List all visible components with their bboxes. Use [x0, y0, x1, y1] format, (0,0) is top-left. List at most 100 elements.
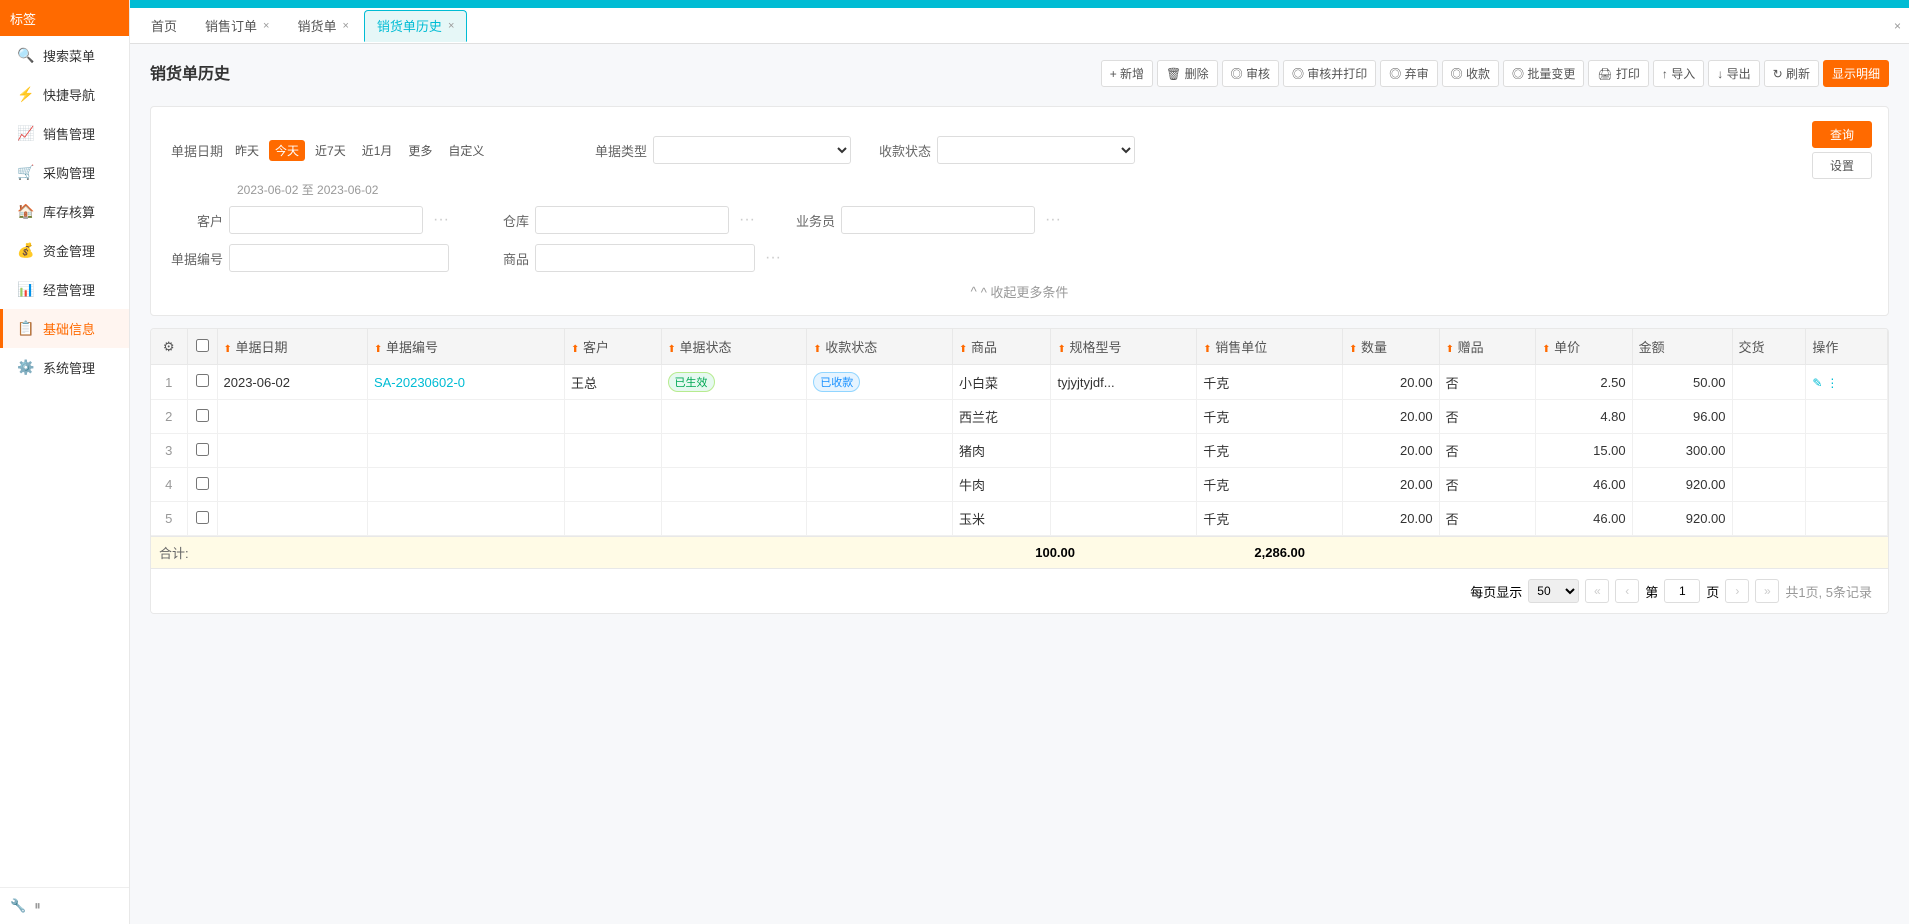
sidebar-item-sales-mgmt[interactable]: 📈 销售管理: [0, 114, 129, 153]
filter-panel: 单据日期 昨天 今天 近7天 近1月 更多 自定义 单据类型: [150, 106, 1889, 316]
sidebar-item-label: 经营管理: [43, 280, 95, 299]
collapse-label: ^ 收起更多条件: [981, 282, 1069, 301]
row-num: 5: [151, 502, 187, 536]
select-all-checkbox[interactable]: [196, 339, 209, 352]
delete-button[interactable]: 🗑 删除: [1157, 60, 1218, 87]
pause-icon[interactable]: ⏸: [34, 898, 41, 914]
settings-icon[interactable]: 🔧: [10, 898, 26, 914]
doc-no-label: 单据编号: [167, 249, 223, 268]
sidebar-item-sys-mgmt[interactable]: ⚙️ 系统管理: [0, 348, 129, 387]
total-info: 共1页, 5条记录: [1785, 582, 1872, 601]
page-suffix: 页: [1706, 582, 1719, 601]
tab-sales-goods[interactable]: 销货单 ×: [284, 10, 361, 42]
row-payment-status: [807, 502, 953, 536]
row-checkbox: [187, 434, 217, 468]
doc-type-select[interactable]: [653, 136, 851, 164]
row-doc-status: [661, 400, 807, 434]
audit-print-button[interactable]: ◎ 审核并打印: [1283, 60, 1376, 87]
settings-button[interactable]: 设置: [1812, 152, 1872, 179]
salesman-more-icon[interactable]: ···: [1045, 211, 1061, 229]
col-payment-status[interactable]: ⬆ 收款状态: [807, 329, 953, 365]
prev-page-btn[interactable]: ‹: [1615, 579, 1639, 603]
payment-status-select[interactable]: [937, 136, 1135, 164]
sidebar-item-label: 系统管理: [43, 358, 95, 377]
sidebar-item-stock-calc[interactable]: 🏠 库存核算: [0, 192, 129, 231]
date-btn-1month[interactable]: 近1月: [356, 140, 399, 161]
tab-sales-goods-close[interactable]: ×: [342, 20, 348, 32]
audit-button[interactable]: ◎ 审核: [1222, 60, 1279, 87]
sidebar-item-ops-mgmt[interactable]: 📊 经营管理: [0, 270, 129, 309]
date-label: 单据日期: [167, 141, 223, 160]
row-spec: [1051, 400, 1197, 434]
doc-no-input[interactable]: [229, 244, 449, 272]
export-button[interactable]: ↓ 导出: [1708, 60, 1759, 87]
sidebar-item-purchase-mgmt[interactable]: 🛒 采购管理: [0, 153, 129, 192]
col-doc-no[interactable]: ⬆ 单据编号: [367, 329, 564, 365]
col-customer[interactable]: ⬆ 客户: [564, 329, 661, 365]
refresh-button[interactable]: ↻ 刷新: [1764, 60, 1819, 87]
date-btn-custom[interactable]: 自定义: [442, 140, 490, 161]
page-title: 销货单历史: [150, 60, 230, 84]
date-btn-today[interactable]: 今天: [269, 140, 305, 161]
col-price[interactable]: ⬆ 单价: [1536, 329, 1633, 365]
col-goods[interactable]: ⬆ 商品: [953, 329, 1051, 365]
table-row: 5玉米千克20.00否46.00920.00: [151, 502, 1888, 536]
import-button[interactable]: ↑ 导入: [1653, 60, 1704, 87]
row-action: [1806, 468, 1888, 502]
page-input[interactable]: [1664, 579, 1700, 603]
customer-input[interactable]: [229, 206, 423, 234]
goods-more-icon[interactable]: ···: [765, 249, 781, 267]
show-detail-button[interactable]: 显示明细: [1823, 60, 1889, 87]
batch-change-button[interactable]: ◎ 批量变更: [1503, 60, 1584, 87]
last-page-btn[interactable]: »: [1755, 579, 1779, 603]
first-page-btn[interactable]: «: [1585, 579, 1609, 603]
salesman-input[interactable]: [841, 206, 1035, 234]
print-button[interactable]: 🖨 打印: [1588, 60, 1649, 87]
doc-no-link[interactable]: SA-20230602-0: [374, 375, 465, 390]
col-doc-status[interactable]: ⬆ 单据状态: [661, 329, 807, 365]
next-page-btn[interactable]: ›: [1725, 579, 1749, 603]
tab-sales-history-close[interactable]: ×: [448, 20, 454, 32]
tab-close-all[interactable]: ×: [1894, 19, 1901, 33]
more-action[interactable]: ⋮: [1826, 376, 1838, 390]
per-page-select[interactable]: 20 50 100: [1528, 579, 1579, 603]
sidebar-item-label: 搜索菜单: [43, 46, 95, 65]
collect-button[interactable]: ◎ 收款: [1442, 60, 1499, 87]
sidebar-item-search-menu[interactable]: 🔍 搜索菜单: [0, 36, 129, 75]
tab-sales-history[interactable]: 销货单历史 ×: [364, 10, 467, 42]
row-doc-date: [217, 434, 367, 468]
sort-icon: ⬆: [1057, 344, 1065, 355]
query-button[interactable]: 查询: [1812, 121, 1872, 148]
chevron-up-icon: ^: [971, 284, 977, 299]
date-btn-7days[interactable]: 近7天: [309, 140, 352, 161]
tab-sales-order[interactable]: 销售订单 ×: [192, 10, 282, 42]
collapse-button[interactable]: ^ ^ 收起更多条件: [167, 282, 1872, 301]
col-action: 操作: [1806, 329, 1888, 365]
row-customer: [564, 400, 661, 434]
date-btn-more[interactable]: 更多: [402, 140, 438, 161]
warehouse-more-icon[interactable]: ···: [739, 211, 755, 229]
tab-sales-order-close[interactable]: ×: [263, 20, 269, 32]
col-settings[interactable]: ⚙: [151, 329, 187, 365]
abandon-button[interactable]: ◎ 弃审: [1380, 60, 1437, 87]
col-qty[interactable]: ⬆ 数量: [1343, 329, 1440, 365]
col-doc-date[interactable]: ⬆ 单据日期: [217, 329, 367, 365]
col-spec[interactable]: ⬆ 规格型号: [1051, 329, 1197, 365]
sidebar-item-finance-mgmt[interactable]: 💰 资金管理: [0, 231, 129, 270]
sidebar-item-quick-nav[interactable]: ⚡ 快捷导航: [0, 75, 129, 114]
col-gift[interactable]: ⬆ 赠品: [1439, 329, 1536, 365]
warehouse-input[interactable]: [535, 206, 729, 234]
add-button[interactable]: + 新增: [1101, 60, 1153, 87]
date-btn-yesterday[interactable]: 昨天: [229, 140, 265, 161]
data-table-wrapper: ⚙ ⬆ 单据日期 ⬆ 单据编号 ⬆ 客户 ⬆ 单据状态 ⬆ 收款状态 ⬆ 商品 …: [150, 328, 1889, 614]
customer-more-icon[interactable]: ···: [433, 211, 449, 229]
tab-home[interactable]: 首页: [138, 10, 190, 42]
goods-input[interactable]: [535, 244, 755, 272]
row-payment-status: [807, 434, 953, 468]
edit-action[interactable]: ✎: [1812, 376, 1822, 390]
filter-warehouse: 仓库 ···: [473, 206, 755, 234]
col-unit[interactable]: ⬆ 销售单位: [1197, 329, 1343, 365]
filter-doc-no: 单据编号: [167, 244, 449, 272]
row-num: 4: [151, 468, 187, 502]
sidebar-item-base-info[interactable]: 📋 基础信息: [0, 309, 129, 348]
